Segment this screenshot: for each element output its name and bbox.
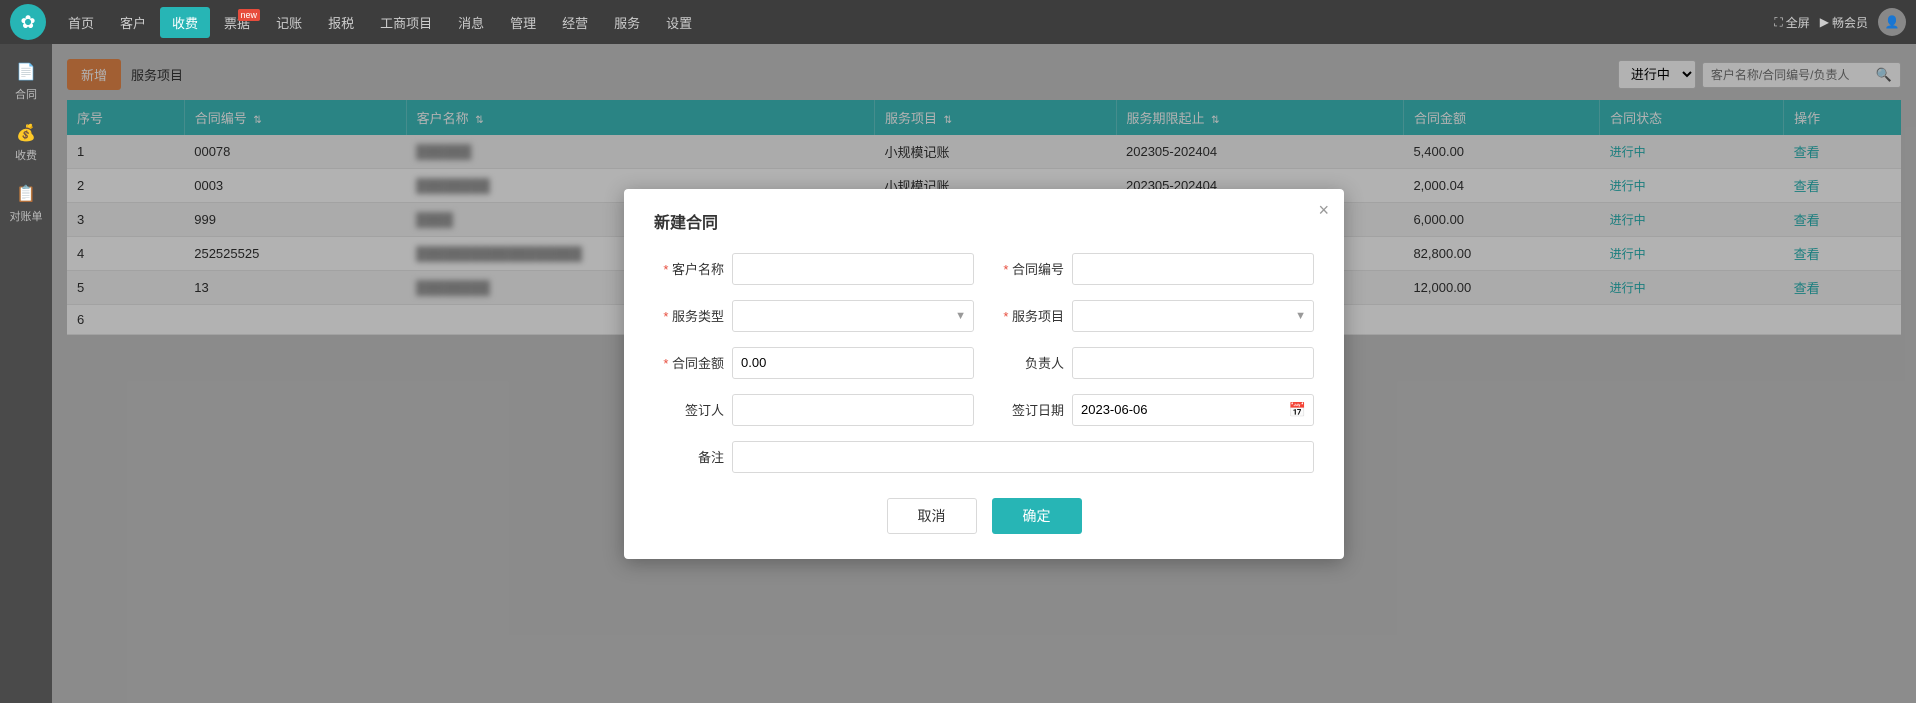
nav-settings[interactable]: 设置 bbox=[654, 7, 704, 38]
confirm-button[interactable]: 确定 bbox=[992, 498, 1082, 534]
form-row-signer: 签订人 bbox=[654, 394, 974, 426]
calendar-icon[interactable]: 📅 bbox=[1289, 401, 1306, 418]
sidebar-item-reconciliation[interactable]: 📋 对账单 bbox=[3, 176, 49, 232]
remarks-label: 备注 bbox=[654, 447, 724, 466]
contract-amount-label: 合同金额 bbox=[654, 353, 724, 372]
member-button[interactable]: ▶ 畅会员 bbox=[1820, 14, 1868, 31]
contract-amount-input[interactable] bbox=[732, 347, 974, 379]
sidebar-item-contract[interactable]: 📄 合同 bbox=[3, 54, 49, 110]
modal-form: 客户名称 合同编号 服务类型 ▼ bbox=[654, 253, 1314, 473]
content-area: 新增 服务项目 进行中 已完成 已终止 🔍 序号 合同 bbox=[52, 44, 1916, 703]
remarks-input[interactable] bbox=[732, 441, 1314, 473]
sign-date-label: 签订日期 bbox=[994, 400, 1064, 419]
nav-billing[interactable]: 收费 bbox=[160, 7, 210, 38]
customer-name-label: 客户名称 bbox=[654, 259, 724, 278]
nav-message[interactable]: 消息 bbox=[446, 7, 496, 38]
modal-overlay: 新建合同 × 客户名称 合同编号 服务类型 bbox=[52, 44, 1916, 703]
service-item-select[interactable] bbox=[1072, 300, 1314, 332]
signer-label: 签订人 bbox=[654, 400, 724, 419]
modal-footer: 取消 确定 bbox=[654, 498, 1314, 534]
nav-business[interactable]: 工商项目 bbox=[368, 7, 444, 38]
nav-menu: 首页 客户 收费 票据 new 记账 报税 工商项目 消息 管理 经营 服务 设… bbox=[56, 7, 1774, 38]
nav-operation[interactable]: 经营 bbox=[550, 7, 600, 38]
modal-title: 新建合同 bbox=[654, 209, 1314, 233]
form-row-service-item: 服务项目 ▼ bbox=[994, 300, 1314, 332]
reconciliation-icon: 📋 bbox=[16, 184, 36, 204]
new-contract-modal: 新建合同 × 客户名称 合同编号 服务类型 bbox=[624, 189, 1344, 559]
nav-invoice[interactable]: 票据 new bbox=[212, 7, 262, 38]
main-layout: 📄 合同 💰 收费 📋 对账单 新增 服务项目 进行中 已完成 已终止 bbox=[0, 44, 1916, 703]
fullscreen-button[interactable]: ⛶ 全屏 bbox=[1774, 14, 1809, 31]
form-row-amount: 合同金额 bbox=[654, 347, 974, 379]
nav-service[interactable]: 服务 bbox=[602, 7, 652, 38]
nav-right-controls: ⛶ 全屏 ▶ 畅会员 👤 bbox=[1774, 8, 1906, 36]
responsible-input[interactable] bbox=[1072, 347, 1314, 379]
form-row-customer: 客户名称 bbox=[654, 253, 974, 285]
sign-date-wrap: 📅 bbox=[1072, 394, 1314, 426]
nav-accounting[interactable]: 记账 bbox=[264, 7, 314, 38]
customer-name-input[interactable] bbox=[732, 253, 974, 285]
member-icon: ▶ bbox=[1820, 15, 1829, 29]
sign-date-input[interactable] bbox=[1072, 394, 1314, 426]
contract-no-label: 合同编号 bbox=[994, 259, 1064, 278]
fullscreen-icon: ⛶ bbox=[1774, 15, 1782, 30]
service-type-select[interactable] bbox=[732, 300, 974, 332]
app-logo: ✿ bbox=[10, 4, 46, 40]
billing-icon: 💰 bbox=[16, 123, 36, 143]
form-row-responsible: 负责人 bbox=[994, 347, 1314, 379]
sidebar: 📄 合同 💰 收费 📋 对账单 bbox=[0, 44, 52, 703]
form-row-remarks: 备注 bbox=[654, 441, 1314, 473]
responsible-label: 负责人 bbox=[994, 353, 1064, 372]
service-type-label: 服务类型 bbox=[654, 306, 724, 325]
form-row-service-type: 服务类型 ▼ bbox=[654, 300, 974, 332]
signer-input[interactable] bbox=[732, 394, 974, 426]
sidebar-item-billing[interactable]: 💰 收费 bbox=[3, 115, 49, 171]
service-type-select-wrap: ▼ bbox=[732, 300, 974, 332]
form-row-contract-no: 合同编号 bbox=[994, 253, 1314, 285]
new-badge: new bbox=[238, 9, 261, 21]
nav-tax[interactable]: 报税 bbox=[316, 7, 366, 38]
user-avatar[interactable]: 👤 bbox=[1878, 8, 1906, 36]
nav-management[interactable]: 管理 bbox=[498, 7, 548, 38]
top-navigation: ✿ 首页 客户 收费 票据 new 记账 报税 工商项目 消息 管理 经营 服务… bbox=[0, 0, 1916, 44]
service-item-label: 服务项目 bbox=[994, 306, 1064, 325]
nav-home[interactable]: 首页 bbox=[56, 7, 106, 38]
cancel-button[interactable]: 取消 bbox=[887, 498, 977, 534]
form-row-sign-date: 签订日期 📅 bbox=[994, 394, 1314, 426]
modal-close-button[interactable]: × bbox=[1318, 201, 1329, 219]
contract-icon: 📄 bbox=[16, 62, 36, 82]
contract-no-input[interactable] bbox=[1072, 253, 1314, 285]
nav-customer[interactable]: 客户 bbox=[108, 7, 158, 38]
service-item-select-wrap: ▼ bbox=[1072, 300, 1314, 332]
